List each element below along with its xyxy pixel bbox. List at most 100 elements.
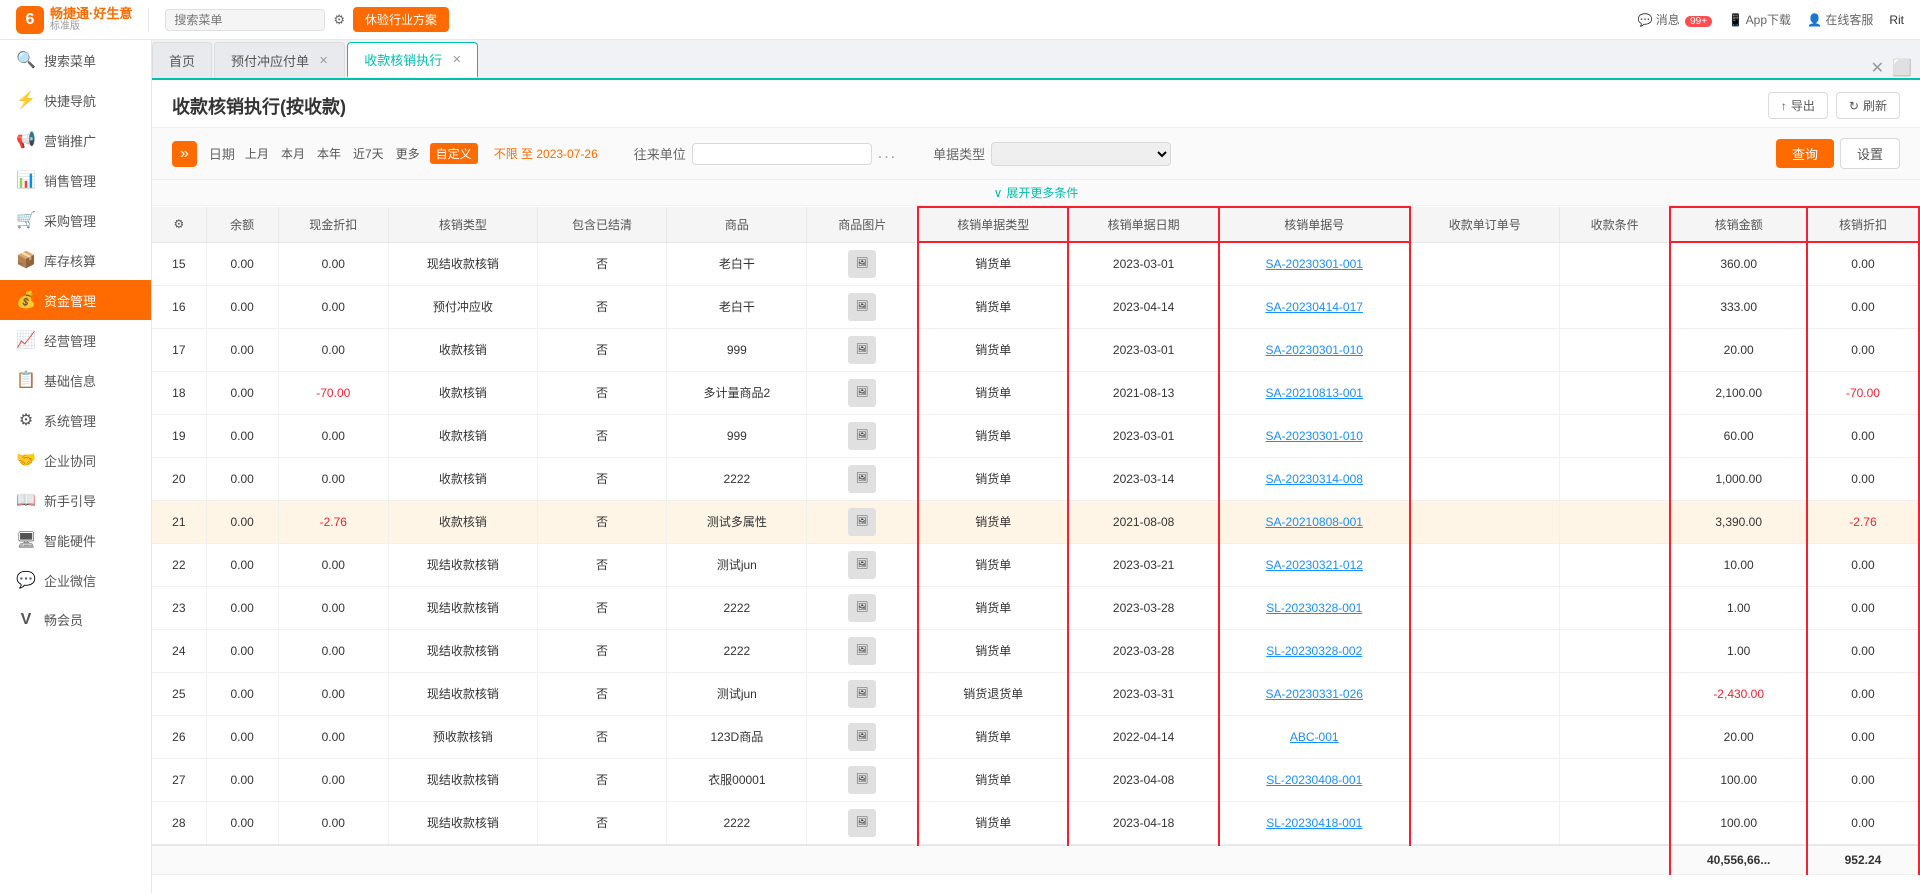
filter-more[interactable]: 更多 <box>392 143 424 164</box>
filter-custom-date[interactable]: 自定义 <box>430 143 478 164</box>
sidebar-item-member[interactable]: V 畅会员 <box>0 600 151 639</box>
cell-cash-discount: 0.00 <box>278 543 388 586</box>
cell-verify-bill-no[interactable]: SL-20230418-001 <box>1219 801 1410 845</box>
cell-product-img: 🖼 <box>807 543 918 586</box>
app-download[interactable]: 📱 App下载 <box>1728 11 1791 28</box>
cell-verify-discount: 0.00 <box>1807 629 1919 672</box>
export-button[interactable]: ↑ 导出 <box>1768 92 1828 119</box>
cell-verify-bill-date: 2023-03-28 <box>1068 586 1218 629</box>
top-search-input[interactable] <box>165 9 325 31</box>
sidebar-item-search[interactable]: 🔍 搜索菜单 <box>0 40 151 80</box>
col-header-cash-discount: 现金折扣 <box>278 207 388 242</box>
industry-btn[interactable]: 休验行业方案 <box>353 7 449 32</box>
expand-more-btn[interactable]: ∨ 展开更多条件 <box>152 180 1920 206</box>
col-header-verify-amount: 核销金额 <box>1670 207 1807 242</box>
cell-verify-bill-no[interactable]: SL-20230408-001 <box>1219 758 1410 801</box>
col-header-balance: 余额 <box>206 207 278 242</box>
cell-id: 19 <box>152 414 206 457</box>
cell-receipt-order-no <box>1410 801 1560 845</box>
cell-verify-bill-no[interactable]: SA-20230314-008 <box>1219 457 1410 500</box>
cell-verify-type: 预收款核销 <box>388 715 537 758</box>
from-unit-input[interactable] <box>692 143 872 165</box>
col-header-verify-discount: 核销折扣 <box>1807 207 1919 242</box>
filter-expand-btn[interactable]: » <box>172 141 197 167</box>
tab-verify-label: 收款核销执行 <box>364 50 442 69</box>
sidebar-item-business[interactable]: 📈 经营管理 <box>0 320 151 360</box>
cell-verify-bill-no[interactable]: SA-20230301-010 <box>1219 328 1410 371</box>
sidebar-item-purchase[interactable]: 🛒 采购管理 <box>0 200 151 240</box>
settings-icon[interactable]: ⚙ <box>333 12 345 28</box>
cell-verify-bill-no[interactable]: SA-20210813-001 <box>1219 371 1410 414</box>
cell-verify-bill-date: 2023-04-08 <box>1068 758 1218 801</box>
refresh-button[interactable]: ↻ 刷新 <box>1836 92 1900 119</box>
search-button[interactable]: 查询 <box>1776 139 1834 168</box>
cell-verify-discount: 0.00 <box>1807 715 1919 758</box>
cell-receipt-cond <box>1559 414 1670 457</box>
sidebar-item-quick-nav[interactable]: ⚡ 快捷导航 <box>0 80 151 120</box>
sidebar-item-system[interactable]: ⚙ 系统管理 <box>0 400 151 440</box>
cell-product: 多计量商品2 <box>667 371 807 414</box>
tab-prepay[interactable]: 预付冲应付单 ✕ <box>214 42 345 78</box>
sidebar-item-wechat[interactable]: 💬 企业微信 <box>0 560 151 600</box>
cell-id: 17 <box>152 328 206 371</box>
cell-verify-bill-no[interactable]: SA-20230414-017 <box>1219 285 1410 328</box>
user-name[interactable]: Rit <box>1889 13 1904 27</box>
cell-balance: 0.00 <box>206 715 278 758</box>
sidebar-item-enterprise[interactable]: 🤝 企业协同 <box>0 440 151 480</box>
cell-verify-type: 现结收款核销 <box>388 629 537 672</box>
main-table: ⚙ 余额 现金折扣 核销类型 包含已结清 商品 商品图片 核销单据类型 核销单据… <box>152 206 1920 875</box>
sidebar-item-guide[interactable]: 📖 新手引导 <box>0 480 151 520</box>
cell-id: 25 <box>152 672 206 715</box>
filter-unit-group: 往来单位 ... <box>634 143 897 165</box>
message-item[interactable]: 💬 消息 99+ <box>1637 11 1712 28</box>
cell-verify-bill-type: 销货单 <box>918 328 1068 371</box>
sidebar-item-marketing[interactable]: 📢 营销推广 <box>0 120 151 160</box>
cell-balance: 0.00 <box>206 801 278 845</box>
cell-cash-discount: -2.76 <box>278 500 388 543</box>
cell-verify-amount: 20.00 <box>1670 715 1807 758</box>
cell-id: 28 <box>152 801 206 845</box>
cell-verify-bill-no[interactable]: SA-20230331-026 <box>1219 672 1410 715</box>
tab-prepay-close[interactable]: ✕ <box>319 54 328 67</box>
filter-this-year[interactable]: 本年 <box>313 143 345 164</box>
cell-verify-type: 预付冲应收 <box>388 285 537 328</box>
cell-verify-discount: -2.76 <box>1807 500 1919 543</box>
cell-verify-bill-no[interactable]: SA-20230301-001 <box>1219 242 1410 285</box>
filter-last-month[interactable]: 上月 <box>241 143 273 164</box>
bill-type-select[interactable] <box>991 142 1171 166</box>
cell-verify-bill-type: 销货单 <box>918 801 1068 845</box>
cell-balance: 0.00 <box>206 242 278 285</box>
cell-product-img: 🖼 <box>807 242 918 285</box>
cell-balance: 0.00 <box>206 371 278 414</box>
tab-restore[interactable]: ⬜ <box>1892 58 1912 78</box>
cell-verify-bill-no[interactable]: SA-20210808-001 <box>1219 500 1410 543</box>
cell-verify-amount: 1.00 <box>1670 629 1807 672</box>
basic-info-icon: 📋 <box>16 370 36 390</box>
tab-verify-close[interactable]: ✕ <box>452 53 461 66</box>
filter-7days[interactable]: 近7天 <box>349 143 388 164</box>
cell-verify-bill-no[interactable]: ABC-001 <box>1219 715 1410 758</box>
cell-verify-bill-no[interactable]: SA-20230301-010 <box>1219 414 1410 457</box>
sidebar-item-basic-info[interactable]: 📋 基础信息 <box>0 360 151 400</box>
tab-verify[interactable]: 收款核销执行 ✕ <box>347 42 478 78</box>
sidebar-item-finance[interactable]: 💰 资金管理 <box>0 280 151 320</box>
cell-verify-discount: 0.00 <box>1807 758 1919 801</box>
cell-verify-bill-no[interactable]: SL-20230328-001 <box>1219 586 1410 629</box>
sidebar-item-inventory[interactable]: 📦 库存核算 <box>0 240 151 280</box>
tab-home[interactable]: 首页 <box>152 42 212 78</box>
cell-verify-bill-type: 销货单 <box>918 242 1068 285</box>
tab-close-all[interactable]: ✕ <box>1871 58 1884 78</box>
online-service[interactable]: 👤 在线客服 <box>1807 11 1873 28</box>
cell-product: 999 <box>667 328 807 371</box>
date-label: 日期 <box>209 144 235 163</box>
table-settings-button[interactable]: 设置 <box>1840 138 1900 169</box>
cell-id: 18 <box>152 371 206 414</box>
sidebar-item-sales[interactable]: 📊 销售管理 <box>0 160 151 200</box>
cell-verify-bill-no[interactable]: SL-20230328-002 <box>1219 629 1410 672</box>
cell-balance: 0.00 <box>206 414 278 457</box>
cell-receipt-cond <box>1559 285 1670 328</box>
filter-this-month[interactable]: 本月 <box>277 143 309 164</box>
cell-verify-bill-no[interactable]: SA-20230321-012 <box>1219 543 1410 586</box>
cell-id: 21 <box>152 500 206 543</box>
sidebar-item-hardware[interactable]: 🖥 智能硬件 <box>0 520 151 560</box>
